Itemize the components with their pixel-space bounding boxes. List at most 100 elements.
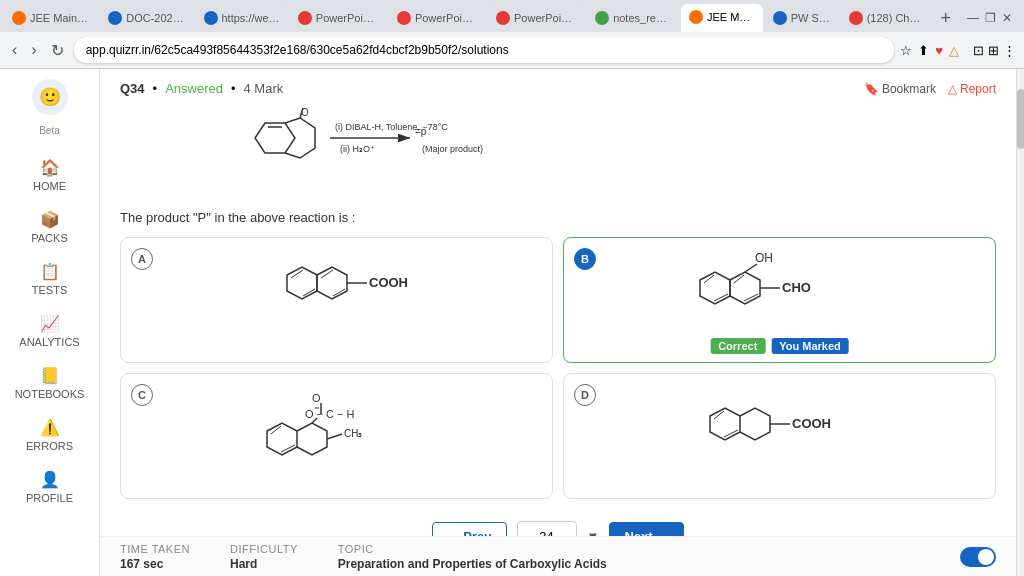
omnibox-bar: ‹ › ↻ ☆ ⬆ ♥ △ ⊡ ⊞ ⋮: [0, 32, 1024, 68]
tab-ppt1[interactable]: PowerPoint Pres:: [290, 4, 387, 32]
meta-sep1: •: [153, 81, 158, 96]
topic-label: TOPIC: [338, 543, 607, 555]
bookmark-star-icon[interactable]: ☆: [900, 43, 912, 58]
tests-icon: 📋: [40, 262, 60, 281]
option-a[interactable]: A COOH: [120, 237, 553, 363]
notebooks-icon: 📒: [40, 366, 60, 385]
tab-ppt3[interactable]: PowerPoint Pres:: [488, 4, 585, 32]
svg-text:(ii) H₃O⁺: (ii) H₃O⁺: [340, 144, 375, 154]
report-button[interactable]: △ Report: [948, 82, 996, 96]
time-taken-label: TIME TAKEN: [120, 543, 190, 555]
svg-text:O: O: [301, 107, 309, 118]
restore-icon[interactable]: ❐: [985, 11, 996, 25]
split-icon[interactable]: ⊡: [973, 43, 984, 58]
topic-value: Preparation and Properties of Carboxylic…: [338, 557, 607, 571]
question-actions: 🔖 Bookmark △ Report: [864, 82, 996, 96]
sidebar-item-home[interactable]: 🏠 HOME: [5, 150, 95, 200]
app-container: 🙂 Beta 🏠 HOME 📦 PACKS 📋 TESTS 📈 ANALYTIC…: [0, 69, 1024, 576]
beta-label: Beta: [39, 125, 60, 136]
svg-marker-12: [317, 267, 347, 299]
svg-text:CH₃: CH₃: [344, 428, 362, 439]
scrollbar-thumb[interactable]: [1017, 89, 1024, 149]
svg-text:COOH: COOH: [792, 416, 831, 431]
reload-button[interactable]: ↻: [47, 39, 68, 62]
options-grid: A COOH: [120, 237, 996, 499]
dropdown-icon[interactable]: ▼: [587, 529, 600, 537]
sidebar-label-errors: ERRORS: [26, 440, 73, 452]
address-bar[interactable]: [74, 37, 895, 63]
errors-icon: ⚠️: [40, 418, 60, 437]
option-b-svg: OH CHO: [670, 250, 890, 350]
close-icon[interactable]: ✕: [1002, 11, 1012, 25]
stats-row: TIME TAKEN 167 sec DIFFICULTY Hard TOPIC…: [100, 536, 1016, 576]
report-label: Report: [960, 82, 996, 96]
bookmark-button[interactable]: 🔖 Bookmark: [864, 82, 936, 96]
sidebar-item-errors[interactable]: ⚠️ ERRORS: [5, 410, 95, 460]
main-panel: Q34 • Answered • 4 Mark 🔖 Bookmark △ Rep…: [100, 69, 1016, 576]
question-header: Q34 • Answered • 4 Mark 🔖 Bookmark △ Rep…: [120, 81, 996, 96]
navigation-footer: ← Prev ▼ Next →: [120, 513, 996, 536]
sidebar-item-tests[interactable]: 📋 TESTS: [5, 254, 95, 304]
topic-toggle[interactable]: [960, 547, 996, 567]
sidebar-item-profile[interactable]: 👤 PROFILE: [5, 462, 95, 512]
tab-doc[interactable]: DOC-20230121·: [100, 4, 193, 32]
badges: Correct You Marked: [710, 338, 849, 354]
tab-pw[interactable]: PW Saarthi: [765, 4, 839, 32]
tab-notes[interactable]: notes_realtime_: [587, 4, 679, 32]
tab-bar: JEE Main 2022 ( DOC-20230121· https://we…: [0, 0, 1024, 32]
minimize-icon[interactable]: —: [967, 11, 979, 25]
tab-jee-active[interactable]: JEE Main 20:: [681, 4, 763, 32]
sidebar-item-notebooks[interactable]: 📒 NOTEBOOKS: [5, 358, 95, 408]
option-d-label: D: [574, 384, 596, 406]
window-controls: — ❐ ✕: [959, 11, 1020, 25]
tab-ppt2[interactable]: PowerPoint Pres:: [389, 4, 486, 32]
sidebar: 🙂 Beta 🏠 HOME 📦 PACKS 📋 TESTS 📈 ANALYTIC…: [0, 69, 100, 576]
sidebar-label-analytics: ANALYTICS: [19, 336, 79, 348]
content-area: Q34 • Answered • 4 Mark 🔖 Bookmark △ Rep…: [100, 69, 1016, 536]
packs-icon: 📦: [40, 210, 60, 229]
share-icon[interactable]: ⬆: [918, 43, 929, 58]
bookmark-label: Bookmark: [882, 82, 936, 96]
sidebar-item-packs[interactable]: 📦 PACKS: [5, 202, 95, 252]
question-status: Answered: [165, 81, 223, 96]
tab-jee-main[interactable]: JEE Main 2022 (: [4, 4, 98, 32]
option-a-label: A: [131, 248, 153, 270]
home-icon: 🏠: [40, 158, 60, 177]
svg-line-37: [327, 434, 342, 439]
new-tab-button[interactable]: +: [934, 8, 957, 29]
next-button[interactable]: Next →: [609, 522, 684, 537]
sidebar-label-profile: PROFILE: [26, 492, 73, 504]
sidebar-label-home: HOME: [33, 180, 66, 192]
menu-icon[interactable]: ⋮: [1003, 43, 1016, 58]
bookmark-icon: 🔖: [864, 82, 879, 96]
topic-group: TOPIC Preparation and Properties of Carb…: [338, 543, 996, 571]
svg-marker-39: [710, 408, 740, 440]
question-mark: 4 Mark: [244, 81, 284, 96]
difficulty-label: DIFFICULTY: [230, 543, 298, 555]
tab-chem[interactable]: (128) Chemistry: [841, 4, 933, 32]
page-input[interactable]: [517, 521, 577, 536]
forward-button[interactable]: ›: [27, 39, 40, 61]
correct-badge: Correct: [710, 338, 765, 354]
heart-icon: ♥: [935, 43, 943, 58]
tab-web[interactable]: https://web.clas:: [196, 4, 288, 32]
option-d[interactable]: D COOH: [563, 373, 996, 499]
sidebar-item-analytics[interactable]: 📈 ANALYTICS: [5, 306, 95, 356]
prev-button[interactable]: ← Prev: [432, 522, 507, 537]
profile-icon: 👤: [40, 470, 60, 489]
scrollbar[interactable]: [1016, 69, 1024, 576]
marked-badge: You Marked: [771, 338, 849, 354]
omnibox-actions: ☆ ⬆ ♥ △: [900, 43, 959, 58]
difficulty-group: DIFFICULTY Hard: [230, 543, 298, 571]
back-button[interactable]: ‹: [8, 39, 21, 61]
svg-line-40: [714, 411, 724, 419]
svg-marker-21: [730, 272, 760, 304]
svg-text:CHO: CHO: [782, 280, 811, 295]
extensions-icon[interactable]: ⊞: [988, 43, 999, 58]
sidebar-label-notebooks: NOTEBOOKS: [15, 388, 85, 400]
option-a-svg: COOH: [247, 255, 427, 345]
svg-marker-33: [267, 423, 297, 455]
svg-text:OH: OH: [755, 251, 773, 265]
option-b[interactable]: B OH: [563, 237, 996, 363]
option-c[interactable]: C O O − C − H: [120, 373, 553, 499]
